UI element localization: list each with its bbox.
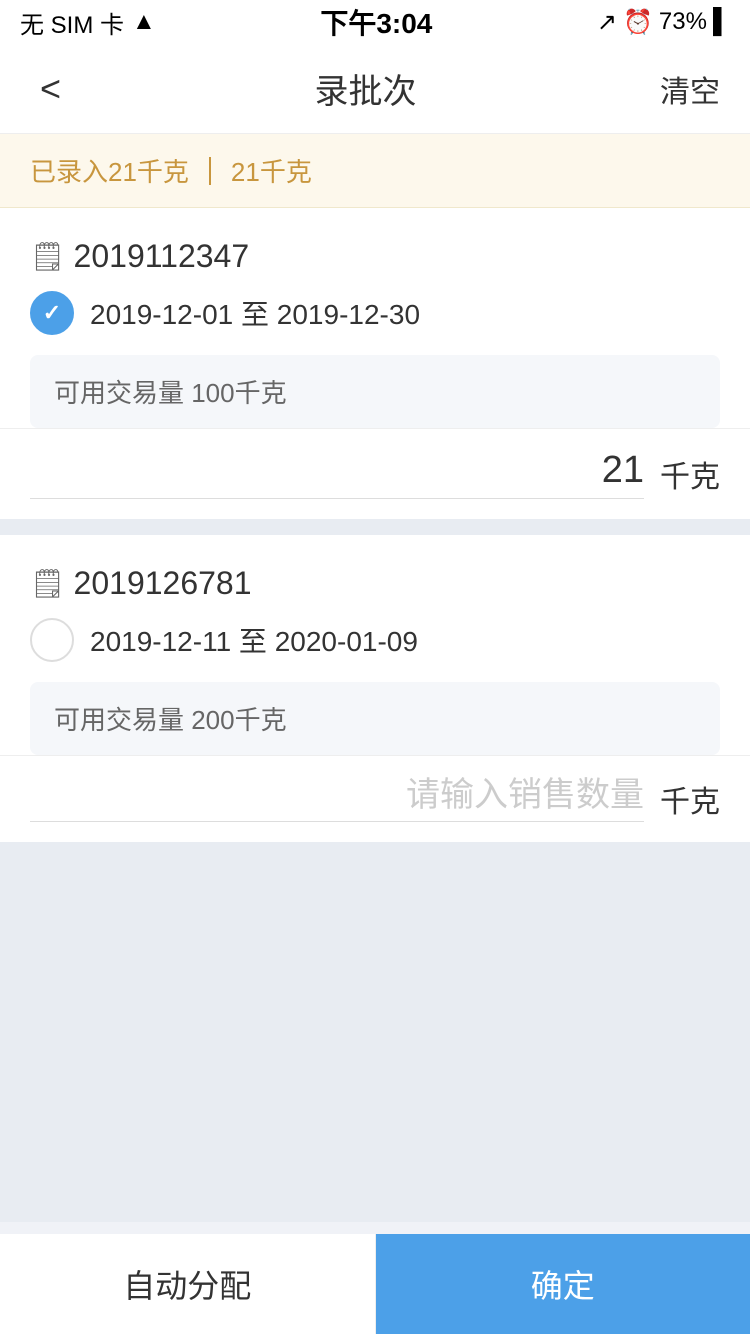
status-bar: 无 SIM 卡 ▲ 下午3:04 ↗ ⏰ 73% ▌ — [0, 0, 750, 44]
info-value: 21千克 — [231, 152, 312, 189]
batch-icon-1: 🗒 — [30, 240, 66, 273]
page-title: 录批次 — [315, 64, 417, 113]
batch-date-row-1: 2019-12-01 至 2019-12-30 — [30, 291, 720, 335]
info-banner: 已录入21千克 21千克 — [0, 134, 750, 208]
back-button[interactable]: < — [30, 58, 71, 120]
carrier-text: 无 SIM 卡 — [20, 5, 124, 40]
info-label: 已录入21千克 — [30, 152, 189, 189]
alarm-icon: ⏰ — [623, 8, 653, 37]
battery-icon: ▌ — [713, 8, 730, 36]
clear-button[interactable]: 清空 — [660, 67, 720, 111]
batch-item-2: 🗒 2019126781 2019-12-11 至 2020-01-09 可用交… — [0, 535, 750, 755]
info-divider — [209, 157, 211, 185]
batch-header-2: 🗒 2019126781 — [30, 565, 720, 602]
quantity-input-2[interactable] — [30, 776, 644, 815]
quantity-unit-1: 千克 — [660, 452, 720, 496]
batch-id-1: 2019112347 — [74, 238, 250, 275]
wifi-icon: ▲ — [132, 8, 156, 36]
section-divider — [0, 519, 750, 535]
batch-id-2: 2019126781 — [74, 565, 252, 602]
quantity-value-1: 21 — [602, 449, 644, 492]
bottom-bar: 自动分配 确定 — [0, 1234, 750, 1334]
radio-btn-1[interactable] — [30, 291, 74, 335]
confirm-button[interactable]: 确定 — [376, 1234, 750, 1334]
empty-area — [0, 842, 750, 1222]
batch-icon-2: 🗒 — [30, 567, 66, 600]
batch-date-2: 2019-12-11 至 2020-01-09 — [90, 620, 418, 660]
batch-date-row-2: 2019-12-11 至 2020-01-09 — [30, 618, 720, 662]
auto-distribute-button[interactable]: 自动分配 — [0, 1234, 376, 1334]
batch-item-1: 🗒 2019112347 2019-12-01 至 2019-12-30 可用交… — [0, 208, 750, 428]
status-right: ↗ ⏰ 73% ▌ — [597, 8, 730, 37]
quantity-row-1: 21 千克 — [0, 428, 750, 519]
nav-bar: < 录批次 清空 — [0, 44, 750, 134]
quantity-row-2: 千克 — [0, 755, 750, 842]
batch-date-1: 2019-12-01 至 2019-12-30 — [90, 293, 420, 333]
quantity-unit-2: 千克 — [660, 777, 720, 821]
page-content: 已录入21千克 21千克 🗒 2019112347 2019-12-01 至 2… — [0, 134, 750, 1322]
status-left: 无 SIM 卡 ▲ — [20, 5, 156, 40]
battery-text: 73% — [659, 8, 707, 36]
batch-available-1: 可用交易量 100千克 — [30, 355, 720, 428]
batch-available-2: 可用交易量 200千克 — [30, 682, 720, 755]
location-icon: ↗ — [597, 8, 617, 37]
batch-header-1: 🗒 2019112347 — [30, 238, 720, 275]
status-time: 下午3:04 — [320, 2, 432, 42]
radio-btn-2[interactable] — [30, 618, 74, 662]
